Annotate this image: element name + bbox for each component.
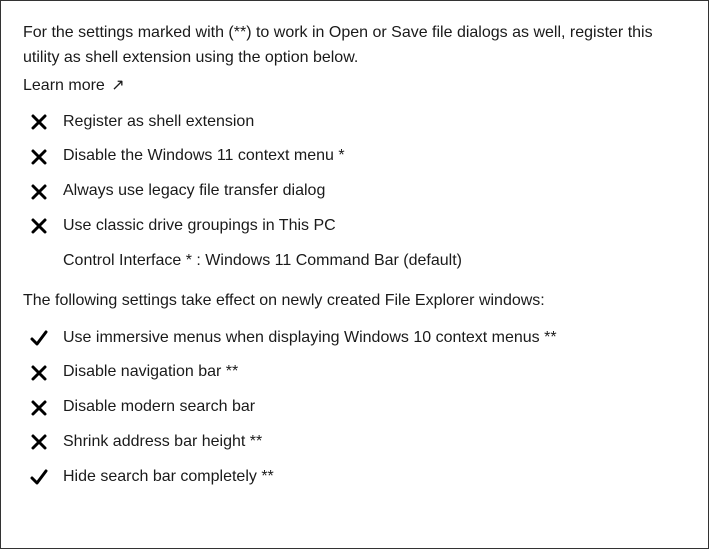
option-label: Disable the Windows 11 context menu * <box>63 146 345 167</box>
option-immersive-menus[interactable]: Use immersive menus when displaying Wind… <box>23 321 686 356</box>
option-classic-drive-groupings[interactable]: Use classic drive groupings in This PC <box>23 209 686 244</box>
cross-icon <box>29 183 49 201</box>
option-label: Hide search bar completely ** <box>63 467 274 488</box>
cross-icon <box>29 217 49 235</box>
option-disable-modern-search[interactable]: Disable modern search bar <box>23 390 686 425</box>
external-link-icon: ↗ <box>111 77 124 94</box>
option-label: Always use legacy file transfer dialog <box>63 181 325 202</box>
control-interface-value: Control Interface * : Windows 11 Command… <box>63 251 462 272</box>
option-register-shell-extension[interactable]: Register as shell extension <box>23 105 686 140</box>
cross-icon <box>29 433 49 451</box>
check-icon <box>29 328 49 348</box>
learn-more-link[interactable]: Learn more ↗ <box>23 75 125 95</box>
option-label: Disable navigation bar ** <box>63 362 238 383</box>
option-disable-navigation-bar[interactable]: Disable navigation bar ** <box>23 355 686 390</box>
option-legacy-file-transfer[interactable]: Always use legacy file transfer dialog <box>23 174 686 209</box>
control-interface-row[interactable]: Control Interface * : Windows 11 Command… <box>23 244 686 279</box>
cross-icon <box>29 148 49 166</box>
option-hide-search-bar[interactable]: Hide search bar completely ** <box>23 460 686 495</box>
option-label: Register as shell extension <box>63 112 254 133</box>
learn-more-text: Learn more <box>23 77 105 94</box>
section-text: The following settings take effect on ne… <box>23 289 686 313</box>
option-label: Shrink address bar height ** <box>63 432 262 453</box>
intro-text: For the settings marked with (**) to wor… <box>23 21 686 71</box>
option-label: Disable modern search bar <box>63 397 255 418</box>
cross-icon <box>29 113 49 131</box>
cross-icon <box>29 399 49 417</box>
option-disable-w11-context-menu[interactable]: Disable the Windows 11 context menu * <box>23 139 686 174</box>
option-label: Use classic drive groupings in This PC <box>63 216 336 237</box>
check-icon <box>29 467 49 487</box>
option-label: Use immersive menus when displaying Wind… <box>63 328 557 349</box>
cross-icon <box>29 364 49 382</box>
option-shrink-address-bar[interactable]: Shrink address bar height ** <box>23 425 686 460</box>
settings-panel: For the settings marked with (**) to wor… <box>0 0 709 549</box>
